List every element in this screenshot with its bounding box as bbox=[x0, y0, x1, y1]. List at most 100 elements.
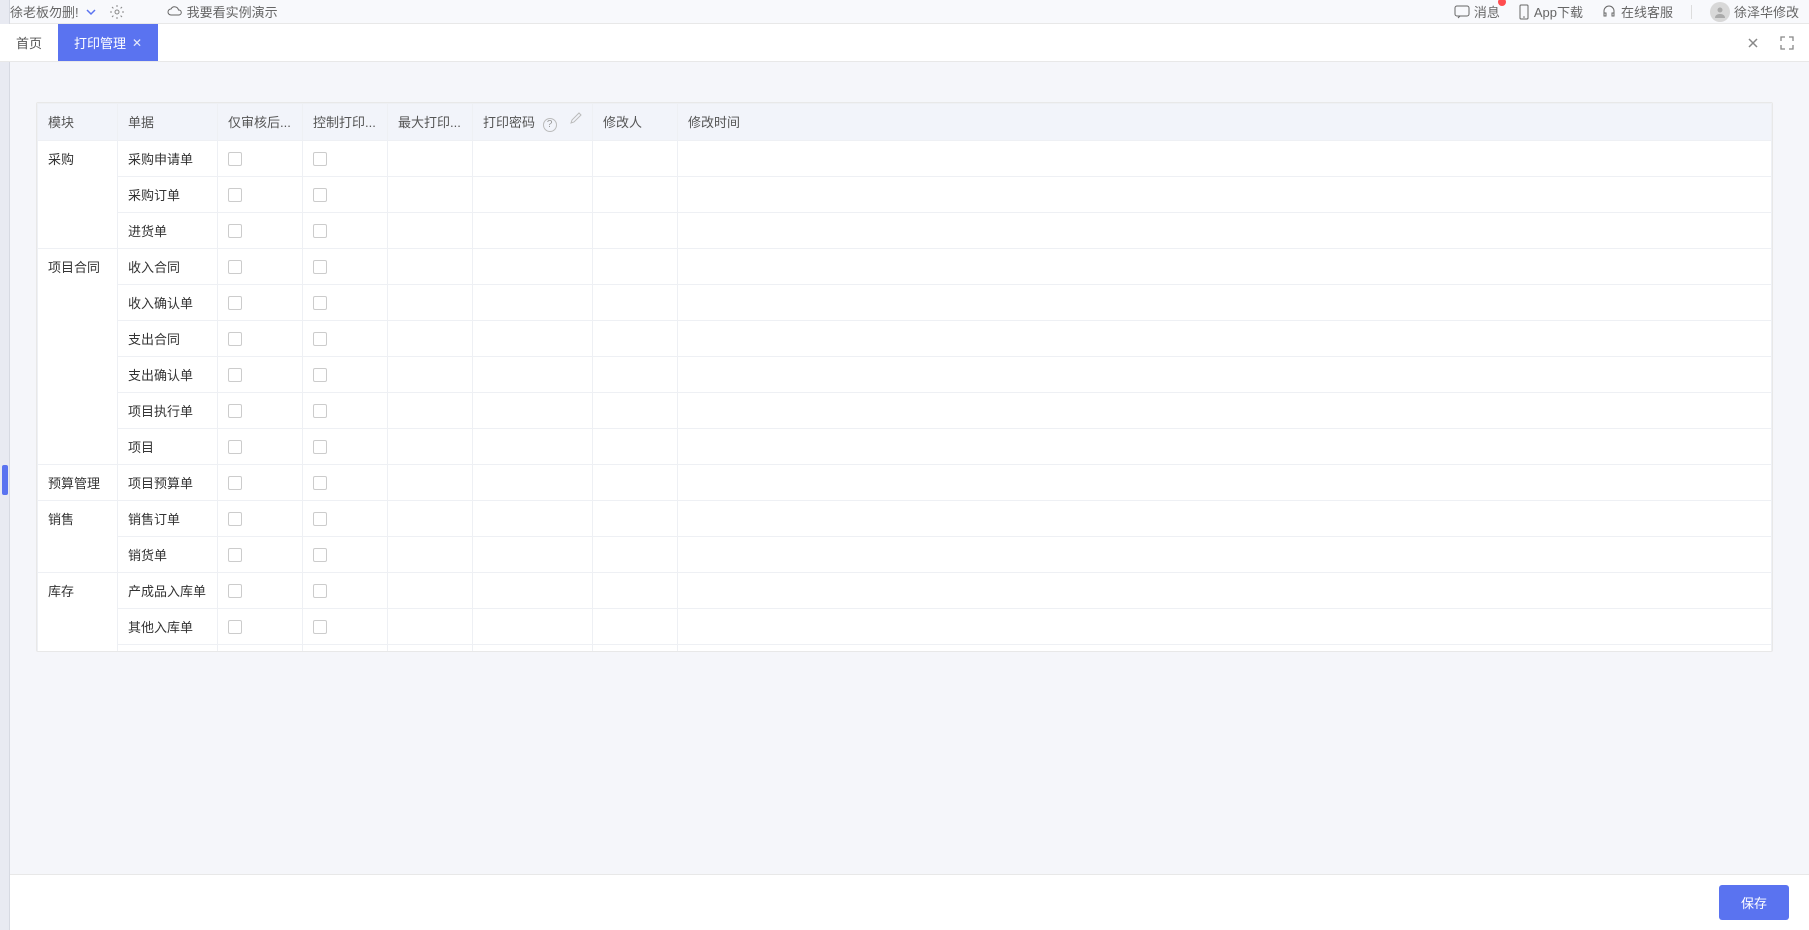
app-download-link[interactable]: App下载 bbox=[1518, 2, 1583, 21]
control-checkbox[interactable] bbox=[313, 188, 327, 202]
cell-audit-check bbox=[218, 176, 303, 212]
control-checkbox[interactable] bbox=[313, 332, 327, 346]
cell-control-check bbox=[303, 572, 388, 608]
audit-checkbox[interactable] bbox=[228, 332, 242, 346]
cell-password bbox=[473, 248, 593, 284]
control-checkbox[interactable] bbox=[313, 152, 327, 166]
org-selector[interactable]: 徐老板勿删! bbox=[10, 2, 97, 21]
footer-bar: 保存 bbox=[10, 874, 1809, 930]
cell-password bbox=[473, 608, 593, 644]
audit-checkbox[interactable] bbox=[228, 224, 242, 238]
cell-control-check bbox=[303, 248, 388, 284]
cell-password bbox=[473, 140, 593, 176]
table-row: 销售销售订单 bbox=[38, 500, 1772, 536]
control-checkbox[interactable] bbox=[313, 260, 327, 274]
cell-max-print bbox=[388, 428, 473, 464]
cell-modifier bbox=[593, 284, 678, 320]
audit-checkbox[interactable] bbox=[228, 152, 242, 166]
th-modifier: 修改人 bbox=[593, 104, 678, 141]
cell-document: 产成品入库单 bbox=[118, 572, 218, 608]
table-row: 进货单 bbox=[38, 212, 1772, 248]
top-bar: 徐老板勿删! 我要看实例演示 消息 App下载 bbox=[0, 0, 1809, 24]
messages-link[interactable]: 消息 bbox=[1454, 2, 1500, 21]
audit-checkbox[interactable] bbox=[228, 260, 242, 274]
control-checkbox[interactable] bbox=[313, 296, 327, 310]
edit-icon[interactable] bbox=[570, 112, 582, 124]
audit-checkbox[interactable] bbox=[228, 188, 242, 202]
control-checkbox[interactable] bbox=[313, 512, 327, 526]
cloud-icon bbox=[167, 6, 183, 18]
table-scroll[interactable]: 模块 单据 仅审核后... 控制打印... 最大打印... 打印密码 ? 修改 bbox=[37, 103, 1772, 651]
cell-audit-check bbox=[218, 608, 303, 644]
cell-max-print bbox=[388, 284, 473, 320]
message-icon bbox=[1454, 5, 1470, 19]
cell-control-check bbox=[303, 320, 388, 356]
sidebar-expand-handle[interactable] bbox=[2, 465, 8, 495]
notification-dot bbox=[1498, 0, 1506, 6]
cell-modify-time bbox=[678, 464, 1772, 500]
control-checkbox[interactable] bbox=[313, 584, 327, 598]
audit-checkbox[interactable] bbox=[228, 512, 242, 526]
cell-modifier bbox=[593, 212, 678, 248]
audit-checkbox[interactable] bbox=[228, 404, 242, 418]
table-row: 销货单 bbox=[38, 536, 1772, 572]
cell-control-check bbox=[303, 284, 388, 320]
cell-control-check bbox=[303, 176, 388, 212]
audit-checkbox[interactable] bbox=[228, 476, 242, 490]
cell-password bbox=[473, 392, 593, 428]
cell-max-print bbox=[388, 320, 473, 356]
control-checkbox[interactable] bbox=[313, 404, 327, 418]
audit-checkbox[interactable] bbox=[228, 296, 242, 310]
cell-modifier bbox=[593, 320, 678, 356]
save-button[interactable]: 保存 bbox=[1719, 885, 1789, 920]
close-all-tabs-button[interactable] bbox=[1741, 31, 1765, 55]
cell-control-check bbox=[303, 464, 388, 500]
cell-max-print bbox=[388, 392, 473, 428]
org-name: 徐老板勿删! bbox=[10, 2, 79, 21]
cell-modify-time bbox=[678, 500, 1772, 536]
cell-document: 项目执行单 bbox=[118, 392, 218, 428]
audit-checkbox[interactable] bbox=[228, 584, 242, 598]
cell-document: 采购订单 bbox=[118, 176, 218, 212]
cell-modifier bbox=[593, 248, 678, 284]
control-checkbox[interactable] bbox=[313, 368, 327, 382]
cell-document: 采购申请单 bbox=[118, 140, 218, 176]
cell-document: 收入合同 bbox=[118, 248, 218, 284]
cell-modifier bbox=[593, 536, 678, 572]
table-row: 项目 bbox=[38, 428, 1772, 464]
audit-checkbox[interactable] bbox=[228, 620, 242, 634]
th-max-print: 最大打印... bbox=[388, 104, 473, 141]
control-checkbox[interactable] bbox=[313, 224, 327, 238]
cell-max-print bbox=[388, 572, 473, 608]
cell-control-check bbox=[303, 536, 388, 572]
control-checkbox[interactable] bbox=[313, 548, 327, 562]
control-checkbox[interactable] bbox=[313, 476, 327, 490]
cell-password bbox=[473, 644, 593, 651]
messages-label: 消息 bbox=[1474, 2, 1500, 21]
online-service-link[interactable]: 在线客服 bbox=[1601, 2, 1673, 21]
audit-checkbox[interactable] bbox=[228, 440, 242, 454]
cell-max-print bbox=[388, 644, 473, 651]
cell-modifier bbox=[593, 572, 678, 608]
th-modify-time: 修改时间 bbox=[678, 104, 1772, 141]
demo-link[interactable]: 我要看实例演示 bbox=[167, 2, 278, 21]
tab-print-management[interactable]: 打印管理 ✕ bbox=[58, 24, 158, 61]
control-checkbox[interactable] bbox=[313, 620, 327, 634]
user-menu[interactable]: 徐泽华修改 bbox=[1710, 2, 1799, 22]
cell-max-print bbox=[388, 140, 473, 176]
left-sidebar-collapsed[interactable] bbox=[0, 0, 10, 930]
cell-max-print bbox=[388, 356, 473, 392]
tab-home[interactable]: 首页 bbox=[0, 24, 58, 61]
table-row: 预算管理项目预算单 bbox=[38, 464, 1772, 500]
audit-checkbox[interactable] bbox=[228, 368, 242, 382]
cell-document: 进货单 bbox=[118, 212, 218, 248]
control-checkbox[interactable] bbox=[313, 440, 327, 454]
help-icon[interactable]: ? bbox=[543, 118, 557, 132]
gear-icon[interactable] bbox=[109, 4, 125, 20]
cell-max-print bbox=[388, 464, 473, 500]
cell-max-print bbox=[388, 176, 473, 212]
fullscreen-button[interactable] bbox=[1775, 31, 1799, 55]
audit-checkbox[interactable] bbox=[228, 548, 242, 562]
close-icon[interactable]: ✕ bbox=[132, 36, 142, 50]
cell-audit-check bbox=[218, 284, 303, 320]
